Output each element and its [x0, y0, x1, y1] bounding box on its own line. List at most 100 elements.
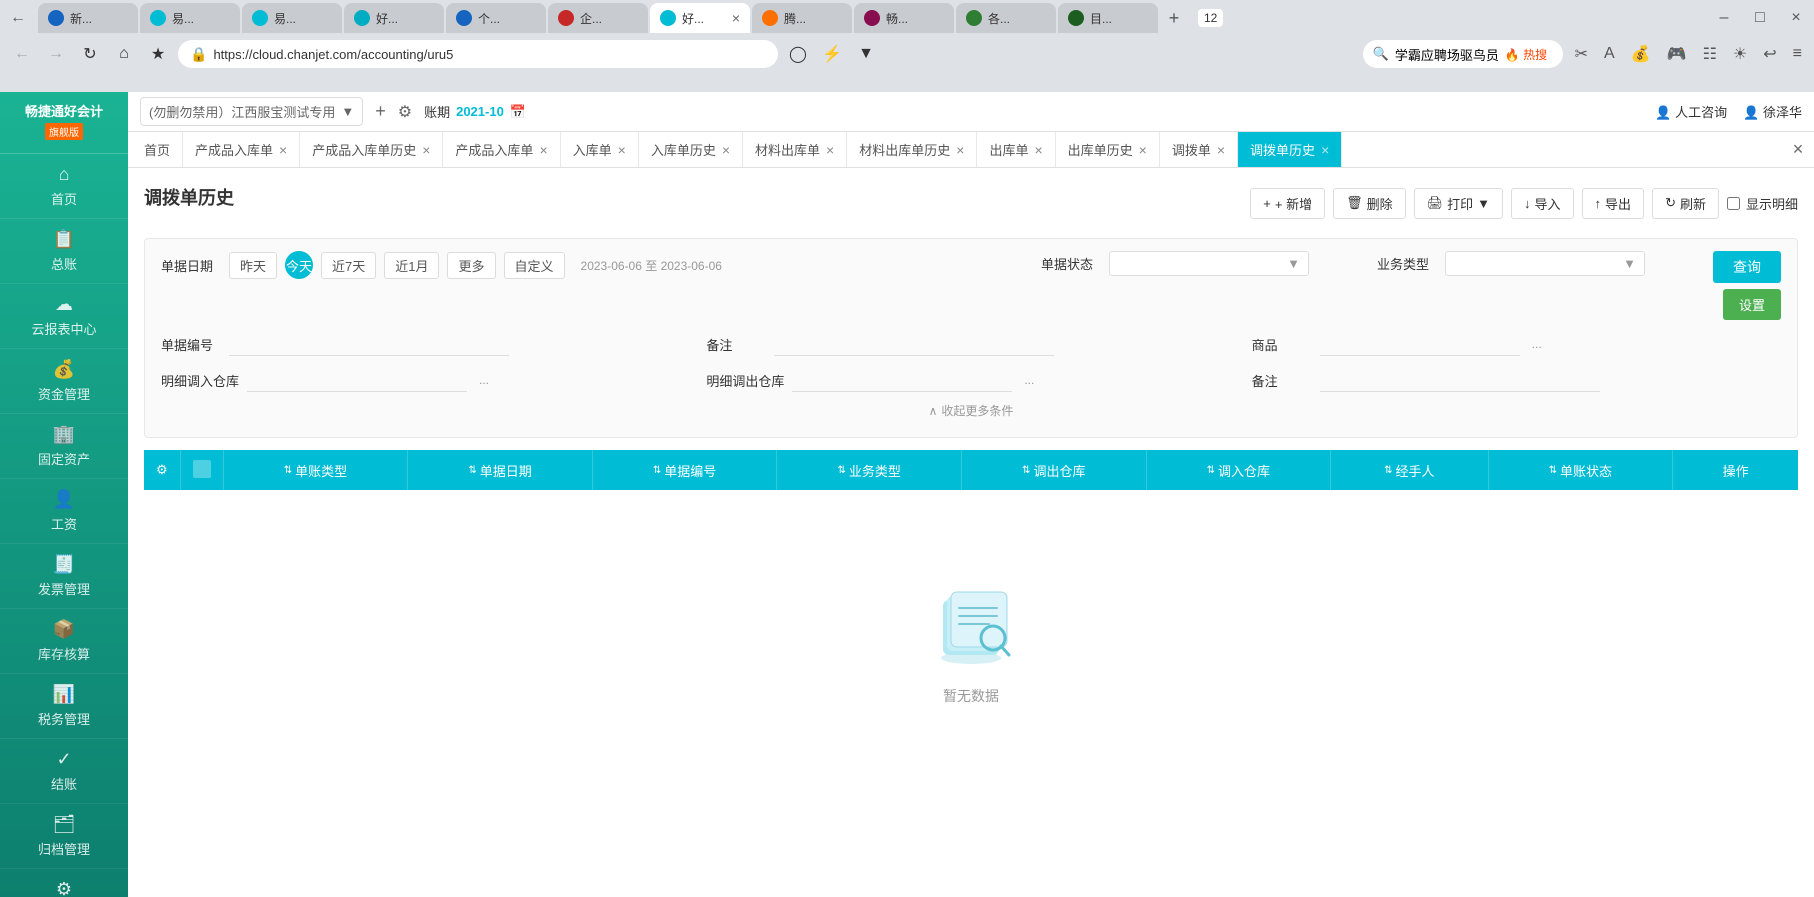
query-btn[interactable]: 查询: [1713, 251, 1781, 283]
app-tab-home[interactable]: 首页: [132, 132, 183, 168]
col-type[interactable]: ⇅ 单账类型: [223, 450, 408, 490]
tab-t10[interactable]: 各...: [956, 3, 1056, 33]
date-more-btn[interactable]: 更多: [447, 252, 495, 279]
app-tab-material-out[interactable]: 材料出库单 ×: [743, 132, 847, 168]
export-btn[interactable]: ↑ 导出: [1582, 188, 1645, 219]
warehouse-in-more-btn[interactable]: ...: [479, 373, 489, 387]
settings-icon[interactable]: ◯: [784, 40, 812, 68]
sidebar-item-inventory[interactable]: 📦 库存核算: [0, 609, 128, 674]
sidebar-item-settle[interactable]: ✓ 结账: [0, 739, 128, 804]
date-7days-btn[interactable]: 近7天: [321, 252, 376, 279]
col-out-warehouse[interactable]: ⇅ 调出仓库: [961, 450, 1146, 490]
sidebar-item-settings[interactable]: ⚙ 基础设置: [0, 869, 128, 897]
warehouse-out-more-btn[interactable]: ...: [1024, 373, 1034, 387]
app-tab-stock-in-hist-close[interactable]: ×: [722, 142, 730, 158]
app-tab-product-in-close[interactable]: ×: [279, 142, 287, 158]
header-checkbox[interactable]: [193, 460, 211, 478]
sidebar-item-invoice[interactable]: 🧾 发票管理: [0, 544, 128, 609]
tab-t8[interactable]: 腾...: [752, 3, 852, 33]
sidebar-item-reports[interactable]: ☁ 云报表中心: [0, 284, 128, 349]
col-in-warehouse[interactable]: ⇅ 调入仓库: [1146, 450, 1331, 490]
calendar-icon[interactable]: 📅: [510, 104, 526, 120]
new-btn[interactable]: + + 新增: [1250, 188, 1325, 219]
tab-t2[interactable]: 易...: [140, 3, 240, 33]
app-tab-out-order-close[interactable]: ×: [1034, 142, 1042, 158]
goods-more-btn[interactable]: ...: [1532, 337, 1542, 351]
settings-company-btn[interactable]: ⚙: [398, 102, 412, 122]
sidebar-item-assets[interactable]: 🏢 固定资产: [0, 414, 128, 479]
import-btn[interactable]: ↓ 导入: [1511, 188, 1574, 219]
app-tab-product-in-hist-close[interactable]: ×: [422, 142, 430, 158]
bookmark-btn[interactable]: ★: [144, 40, 172, 68]
tab-t3[interactable]: 易...: [242, 3, 342, 33]
app-tab-material-out-close[interactable]: ×: [826, 142, 834, 158]
company-selector[interactable]: (勿删勿禁用）江西服宝测试专用 ▼: [140, 97, 363, 126]
lightning-icon[interactable]: ⚡: [818, 40, 846, 68]
new-tab-btn[interactable]: +: [1160, 4, 1188, 32]
translate-icon[interactable]: A: [1600, 41, 1619, 67]
filter-settings-btn[interactable]: 设置: [1723, 289, 1781, 320]
tab-t6[interactable]: 企...: [548, 3, 648, 33]
add-company-btn[interactable]: +: [375, 101, 386, 122]
address-input[interactable]: 🔒 https://cloud.chanjet.com/accounting/u…: [178, 40, 778, 68]
collapse-btn[interactable]: ∧ 收起更多条件: [161, 396, 1781, 425]
user-avatar[interactable]: 👤 徐泽华: [1743, 102, 1802, 121]
grid-icon[interactable]: ☷: [1699, 40, 1721, 68]
biztype-select[interactable]: ▼: [1445, 251, 1645, 276]
tab-t5[interactable]: 个...: [446, 3, 546, 33]
user-service-btn[interactable]: 👤 人工咨询: [1655, 102, 1727, 121]
date-yesterday-btn[interactable]: 昨天: [229, 252, 277, 279]
tab-t11[interactable]: 目...: [1058, 3, 1158, 33]
dropdown-btn[interactable]: ▼: [852, 40, 880, 68]
tab-close-btn[interactable]: ×: [732, 10, 740, 26]
app-tab-transfer[interactable]: 调拨单 ×: [1160, 132, 1238, 168]
date-custom-btn[interactable]: 自定义: [504, 252, 565, 279]
col-status[interactable]: ⇅ 单账状态: [1488, 450, 1673, 490]
col-docno[interactable]: ⇅ 单据编号: [592, 450, 777, 490]
tab-t1[interactable]: 新...: [38, 3, 138, 33]
table-gear-btn[interactable]: ⚙: [144, 450, 180, 490]
back-btn[interactable]: ←: [8, 40, 36, 68]
sidebar-item-home[interactable]: ⌂ 首页: [0, 154, 128, 219]
sidebar-item-funds[interactable]: 💰 资金管理: [0, 349, 128, 414]
sidebar-item-tax[interactable]: 📊 税务管理: [0, 674, 128, 739]
col-handler[interactable]: ⇅ 经手人: [1331, 450, 1488, 490]
search-box[interactable]: 🔍 学霸应聘场驱鸟员 🔥 热搜: [1363, 40, 1563, 68]
app-tab-stock-in-hist[interactable]: 入库单历史 ×: [639, 132, 743, 168]
app-tab-product-in-hist[interactable]: 产成品入库单历史 ×: [300, 132, 443, 168]
delete-btn[interactable]: 🗑 删除: [1333, 188, 1406, 219]
undo-icon[interactable]: ↩: [1759, 40, 1780, 68]
docno-input[interactable]: [229, 332, 509, 356]
browser-back-btn[interactable]: ←: [4, 4, 32, 32]
close-browser-btn[interactable]: ×: [1782, 4, 1810, 32]
tab-t7[interactable]: 好... ×: [650, 3, 750, 33]
forward-btn[interactable]: →: [42, 40, 70, 68]
table-checkbox-header[interactable]: [180, 450, 223, 490]
close-panel-btn[interactable]: ×: [1782, 134, 1814, 166]
app-tab-out-hist-close[interactable]: ×: [1139, 142, 1147, 158]
display-toggle[interactable]: 显示明细: [1727, 194, 1798, 213]
app-tab-product-in[interactable]: 产成品入库单 ×: [183, 132, 300, 168]
scissors-icon[interactable]: ✂: [1571, 40, 1592, 68]
app-tab-product-in2[interactable]: 产成品入库单 ×: [443, 132, 560, 168]
status-select[interactable]: ▼: [1109, 251, 1309, 276]
warehouse-out-input[interactable]: [792, 368, 1012, 392]
reload-btn[interactable]: ↻: [76, 40, 104, 68]
app-tab-transfer-hist-close[interactable]: ×: [1321, 142, 1329, 158]
tab-t9[interactable]: 畅...: [854, 3, 954, 33]
app-tab-stock-in-close[interactable]: ×: [618, 142, 626, 158]
col-date[interactable]: ⇅ 单据日期: [408, 450, 593, 490]
app-tab-out-hist[interactable]: 出库单历史 ×: [1056, 132, 1160, 168]
display-checkbox[interactable]: [1727, 197, 1740, 210]
app-tab-material-out-hist-close[interactable]: ×: [956, 142, 964, 158]
app-tab-out-order[interactable]: 出库单 ×: [977, 132, 1055, 168]
goods-input[interactable]: [1320, 332, 1520, 356]
maximize-btn[interactable]: □: [1746, 4, 1774, 32]
refresh-btn[interactable]: ↻ 刷新: [1652, 188, 1719, 219]
sidebar-item-archive[interactable]: 🗂 归档管理: [0, 804, 128, 869]
remark2-input[interactable]: [1320, 368, 1600, 392]
app-tab-material-out-hist[interactable]: 材料出库单历史 ×: [847, 132, 977, 168]
minimize-btn[interactable]: –: [1710, 4, 1738, 32]
menu-icon[interactable]: ≡: [1789, 41, 1806, 67]
home-btn[interactable]: ⌂: [110, 40, 138, 68]
